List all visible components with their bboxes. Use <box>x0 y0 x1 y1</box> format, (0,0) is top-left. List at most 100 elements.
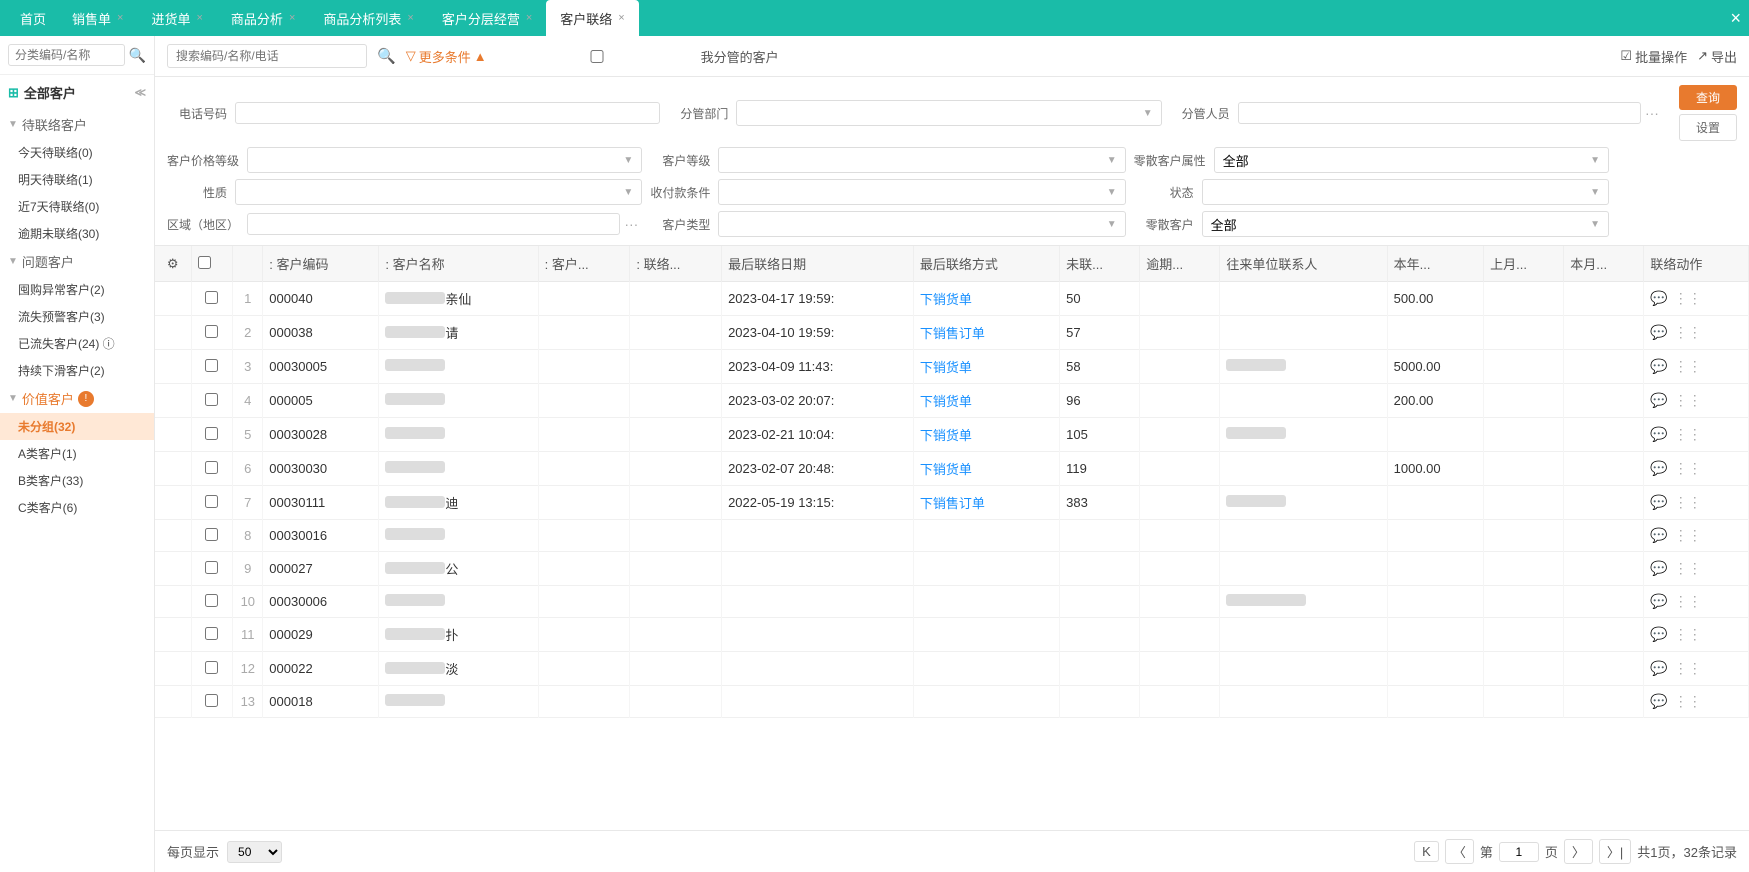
main-search-input[interactable] <box>167 44 367 68</box>
more-action-icon[interactable]: ⋮⋮ <box>1674 324 1702 341</box>
customer-type-select[interactable]: ▼ <box>718 211 1125 237</box>
last-method-cell[interactable]: 下销售订单 <box>913 316 1059 350</box>
nav-customer-segment[interactable]: 客户分层经营 × <box>428 0 546 36</box>
close-purchase-icon[interactable]: × <box>196 12 202 24</box>
last-date-column-header[interactable]: 最后联络日期 <box>722 246 914 282</box>
more-action-icon[interactable]: ⋮⋮ <box>1674 693 1702 710</box>
checkbox-column-header[interactable] <box>191 246 233 282</box>
more-filters-button[interactable]: ▽ 更多条件 ▲ <box>406 47 487 66</box>
close-sales-order-icon[interactable]: × <box>117 12 123 24</box>
checkbox-cell[interactable] <box>191 316 233 350</box>
checkbox-cell[interactable] <box>191 586 233 618</box>
row-checkbox[interactable] <box>205 594 218 607</box>
sidebar-item-class-b[interactable]: B类客户(33) <box>0 467 154 494</box>
sidebar-group-value[interactable]: ▼ 价值客户 ! <box>0 384 154 413</box>
nature-select[interactable]: ▼ <box>235 179 642 205</box>
this-month-column-header[interactable]: 本月... <box>1564 246 1644 282</box>
checkbox-cell[interactable] <box>191 350 233 384</box>
more-action-icon[interactable]: ⋮⋮ <box>1674 358 1702 375</box>
phone-input[interactable] <box>235 102 660 124</box>
last-method-cell[interactable] <box>913 652 1059 686</box>
row-checkbox[interactable] <box>205 393 218 406</box>
sidebar-item-abnormal[interactable]: 囤购异常客户(2) <box>0 276 154 303</box>
last-method-link[interactable]: 下销售订单 <box>920 326 985 341</box>
sidebar-item-tomorrow[interactable]: 明天待联络(1) <box>0 166 154 193</box>
chat-action-icon[interactable]: 💬 <box>1650 392 1667 409</box>
sidebar-item-declining[interactable]: 持续下滑客户(2) <box>0 357 154 384</box>
contact-person-column-header[interactable]: 往来单位联系人 <box>1220 246 1387 282</box>
my-customers-checkbox[interactable] <box>497 50 697 63</box>
prev-page-button[interactable]: 〈 <box>1445 839 1474 864</box>
sidebar-item-today[interactable]: 今天待联络(0) <box>0 139 154 166</box>
sidebar-item-7days[interactable]: 近7天待联络(0) <box>0 193 154 220</box>
first-page-button[interactable]: K <box>1414 841 1439 862</box>
last-method-cell[interactable]: 下销货单 <box>913 452 1059 486</box>
chat-action-icon[interactable]: 💬 <box>1650 460 1667 477</box>
code-column-header[interactable]: : 客户编码 <box>263 246 379 282</box>
checkbox-cell[interactable] <box>191 452 233 486</box>
select-all-checkbox[interactable] <box>198 256 211 269</box>
last-month-column-header[interactable]: 上月... <box>1484 246 1564 282</box>
sidebar-item-ungroup[interactable]: 未分组(32) <box>0 413 154 440</box>
checkbox-cell[interactable] <box>191 486 233 520</box>
payment-select[interactable]: ▼ <box>718 179 1125 205</box>
more-action-icon[interactable]: ⋮⋮ <box>1674 626 1702 643</box>
last-method-cell[interactable] <box>913 686 1059 718</box>
row-checkbox[interactable] <box>205 359 218 372</box>
sparse-customer-select[interactable]: 全部 ▼ <box>1202 211 1609 237</box>
sidebar-item-class-a[interactable]: A类客户(1) <box>0 440 154 467</box>
more-action-icon[interactable]: ⋮⋮ <box>1674 426 1702 443</box>
chat-action-icon[interactable]: 💬 <box>1650 494 1667 511</box>
region-input[interactable] <box>247 213 620 235</box>
row-checkbox[interactable] <box>205 694 218 707</box>
chat-action-icon[interactable]: 💬 <box>1650 527 1667 544</box>
more-action-icon[interactable]: ⋮⋮ <box>1674 290 1702 307</box>
all-customers-header[interactable]: ⊞ 全部客户 ≪ <box>0 75 154 110</box>
nav-product-analysis-list[interactable]: 商品分析列表 × <box>309 0 427 36</box>
row-checkbox[interactable] <box>205 495 218 508</box>
last-method-link[interactable]: 下销售订单 <box>920 496 985 511</box>
overdue-column-header[interactable]: 逾期... <box>1140 246 1220 282</box>
chat-action-icon[interactable]: 💬 <box>1650 358 1667 375</box>
chat-action-icon[interactable]: 💬 <box>1650 560 1667 577</box>
reset-button[interactable]: 设置 <box>1679 114 1737 141</box>
page-input[interactable] <box>1499 842 1539 862</box>
more-action-icon[interactable]: ⋮⋮ <box>1674 494 1702 511</box>
nav-sales-order[interactable]: 销售单 × <box>58 0 137 36</box>
checkbox-cell[interactable] <box>191 384 233 418</box>
sidebar-group-pending[interactable]: ▼ 待联络客户 <box>0 110 154 139</box>
more-action-icon[interactable]: ⋮⋮ <box>1674 660 1702 677</box>
next-page-button[interactable]: 〉 <box>1564 839 1593 864</box>
nav-purchase-order[interactable]: 进货单 × <box>137 0 216 36</box>
row-checkbox[interactable] <box>205 325 218 338</box>
sidebar-item-class-c[interactable]: C类客户(6) <box>0 494 154 521</box>
more-action-icon[interactable]: ⋮⋮ <box>1674 460 1702 477</box>
close-product-list-icon[interactable]: × <box>407 12 413 24</box>
last-method-link[interactable]: 下销货单 <box>920 394 972 409</box>
chat-action-icon[interactable]: 💬 <box>1650 660 1667 677</box>
sidebar-search-icon[interactable]: 🔍 <box>129 47 146 64</box>
name-column-header[interactable]: : 客户名称 <box>379 246 538 282</box>
last-method-cell[interactable] <box>913 552 1059 586</box>
nav-customer-contact[interactable]: 客户联络 × <box>546 0 638 36</box>
region-dots-icon[interactable]: ··· <box>620 216 642 232</box>
more-action-icon[interactable]: ⋮⋮ <box>1674 527 1702 544</box>
chat-action-icon[interactable]: 💬 <box>1650 626 1667 643</box>
type-column-header[interactable]: : 客户... <box>538 246 630 282</box>
chat-action-icon[interactable]: 💬 <box>1650 290 1667 307</box>
nav-home[interactable]: 首页 <box>8 0 58 36</box>
person-input[interactable] <box>1238 102 1641 124</box>
checkbox-cell[interactable] <box>191 686 233 718</box>
gear-column-header[interactable]: ⚙ <box>155 246 191 282</box>
query-button[interactable]: 查询 <box>1679 85 1737 110</box>
last-method-cell[interactable]: 下销货单 <box>913 350 1059 384</box>
last-page-button[interactable]: 〉| <box>1599 839 1631 864</box>
close-customer-contact-icon[interactable]: × <box>618 12 624 24</box>
row-checkbox[interactable] <box>205 528 218 541</box>
chat-action-icon[interactable]: 💬 <box>1650 593 1667 610</box>
row-checkbox[interactable] <box>205 427 218 440</box>
price-level-select[interactable]: ▼ <box>247 147 642 173</box>
sidebar-item-churned[interactable]: 已流失客户(24) ⓘ <box>0 330 154 357</box>
checkbox-cell[interactable] <box>191 652 233 686</box>
last-method-cell[interactable]: 下销货单 <box>913 282 1059 316</box>
